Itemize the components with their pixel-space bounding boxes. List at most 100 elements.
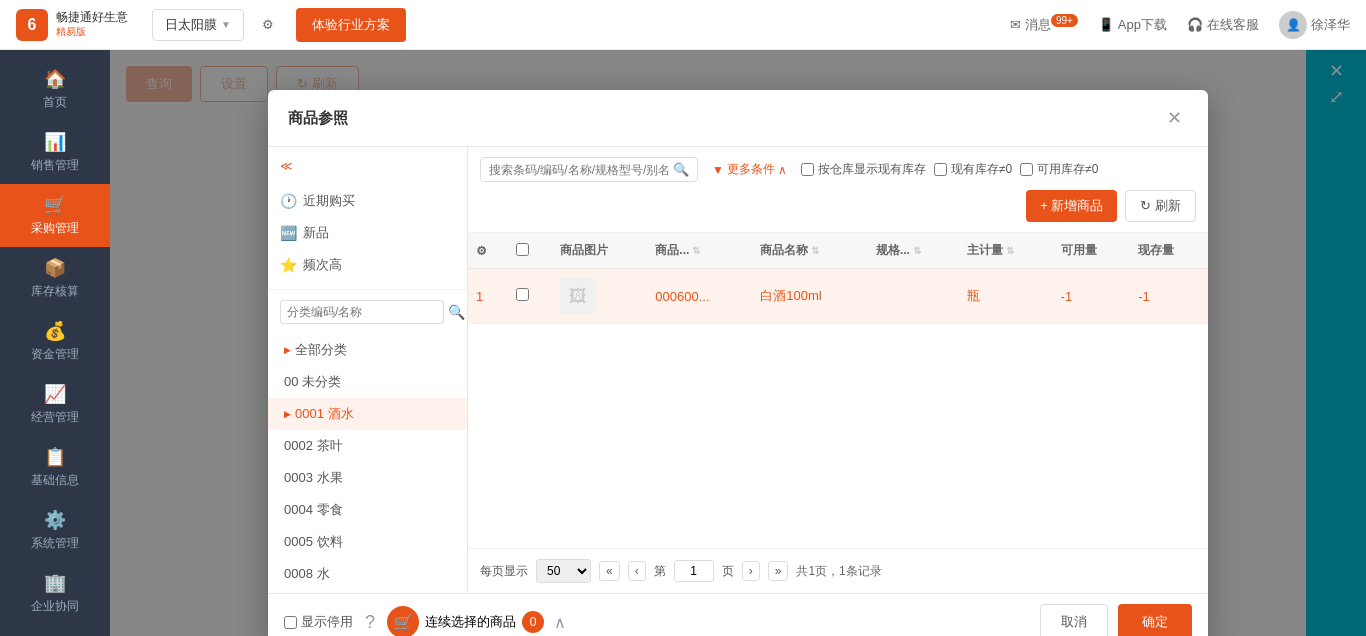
category-search-icon[interactable]: 🔍 bbox=[448, 304, 465, 320]
divider-1 bbox=[268, 289, 467, 290]
filter-button[interactable]: ▼ 更多条件 ∧ bbox=[706, 157, 793, 182]
topbar-right: ✉ 消息 99+ 📱 App下载 🎧 在线客服 👤 徐泽华 bbox=[1010, 11, 1350, 39]
show-disabled-text: 显示停用 bbox=[301, 613, 353, 631]
messages-badge: 99+ bbox=[1051, 14, 1078, 27]
online-service-btn[interactable]: 🎧 在线客服 bbox=[1187, 16, 1259, 34]
category-0001-label: 0001 酒水 bbox=[295, 405, 354, 423]
available-nonzero-checkbox-label[interactable]: 可用库存≠0 bbox=[1020, 161, 1098, 178]
purchase-icon: 🛒 bbox=[44, 194, 66, 216]
cancel-button[interactable]: 取消 bbox=[1040, 604, 1108, 636]
category-0003[interactable]: 0003 水果 bbox=[268, 462, 467, 494]
category-00[interactable]: 00 未分类 bbox=[268, 366, 467, 398]
warehouse-checkbox-label[interactable]: 按仓库显示现有库存 bbox=[801, 161, 926, 178]
available-nonzero-text: 可用库存≠0 bbox=[1037, 161, 1098, 178]
product-search-icon[interactable]: 🔍 bbox=[673, 162, 689, 177]
th-image: 商品图片 bbox=[552, 233, 648, 269]
system-icon: ⚙️ bbox=[44, 509, 66, 531]
first-page-button[interactable]: « bbox=[599, 561, 620, 581]
product-search-input[interactable] bbox=[489, 163, 669, 177]
active-triangle-icon: ▶ bbox=[284, 409, 291, 419]
cart-icon: 🛒 bbox=[387, 606, 419, 636]
experience-button[interactable]: 体验行业方案 bbox=[296, 8, 406, 42]
th-settings[interactable]: ⚙ bbox=[468, 233, 508, 269]
category-0001[interactable]: ▶ 0001 酒水 bbox=[268, 398, 467, 430]
sidebar-item-purchase[interactable]: 🛒 采购管理 bbox=[0, 184, 110, 247]
th-code[interactable]: 商品... bbox=[647, 233, 752, 269]
mobile-icon: 📱 bbox=[1098, 17, 1114, 32]
sidebar-label-finance: 资金管理 bbox=[31, 346, 79, 363]
cart-collapse-icon[interactable]: ∧ bbox=[554, 613, 566, 632]
show-disabled-label[interactable]: 显示停用 bbox=[284, 613, 353, 631]
th-checkbox[interactable] bbox=[508, 233, 551, 269]
next-page-button[interactable]: › bbox=[742, 561, 760, 581]
nav-selector[interactable]: 日太阳膜 ▼ bbox=[152, 9, 244, 41]
page-number-input[interactable] bbox=[674, 560, 714, 582]
available-nonzero-checkbox[interactable] bbox=[1020, 163, 1033, 176]
user-area[interactable]: 👤 徐泽华 bbox=[1279, 11, 1350, 39]
modal-footer: 显示停用 ? 🛒 连续选择的商品 0 ∧ 取消 确定 bbox=[268, 593, 1208, 636]
modal-close-button[interactable]: ✕ bbox=[1160, 104, 1188, 132]
sidebar-item-inventory[interactable]: 📦 库存核算 bbox=[0, 247, 110, 310]
category-all[interactable]: ▶ 全部分类 bbox=[268, 334, 467, 366]
page-label: 第 bbox=[654, 563, 666, 580]
th-spec[interactable]: 规格... bbox=[868, 233, 959, 269]
category-search-input[interactable] bbox=[280, 300, 444, 324]
sidebar-item-basic[interactable]: 📋 基础信息 bbox=[0, 436, 110, 499]
app-download-btn[interactable]: 📱 App下载 bbox=[1098, 16, 1167, 34]
page-size-label: 每页显示 bbox=[480, 563, 528, 580]
category-0008[interactable]: 0008 水 bbox=[268, 558, 467, 585]
select-all-checkbox[interactable] bbox=[516, 243, 529, 256]
settings-icon[interactable]: ⚙ bbox=[252, 9, 284, 41]
prev-page-button[interactable]: ‹ bbox=[628, 561, 646, 581]
confirm-button[interactable]: 确定 bbox=[1118, 604, 1192, 636]
quick-link-frequent-label: 频次高 bbox=[303, 256, 342, 274]
cart-area[interactable]: 🛒 连续选择的商品 0 ∧ bbox=[387, 606, 566, 636]
nav-selector-label: 日太阳膜 bbox=[165, 16, 217, 34]
left-panel-header: ≪ bbox=[268, 155, 467, 181]
row-checkbox[interactable] bbox=[516, 288, 529, 301]
sidebar-item-home[interactable]: 🏠 首页 bbox=[0, 58, 110, 121]
pagination-row: 每页显示 50 20 100 « ‹ 第 页 › bbox=[468, 548, 1208, 593]
add-product-button[interactable]: + 新增商品 bbox=[1026, 190, 1117, 222]
show-disabled-checkbox[interactable] bbox=[284, 616, 297, 629]
modal-title: 商品参照 bbox=[288, 109, 348, 128]
sidebar-item-enterprise[interactable]: 🏢 企业协同 bbox=[0, 562, 110, 625]
headset-icon: 🎧 bbox=[1187, 17, 1203, 32]
category-0002[interactable]: 0002 茶叶 bbox=[268, 430, 467, 462]
stock-nonzero-checkbox[interactable] bbox=[934, 163, 947, 176]
quick-link-frequent[interactable]: ⭐ 频次高 bbox=[268, 249, 467, 281]
clock-icon: 🕐 bbox=[280, 193, 297, 209]
stock-nonzero-checkbox-label[interactable]: 现有库存≠0 bbox=[934, 161, 1012, 178]
warehouse-checkbox[interactable] bbox=[801, 163, 814, 176]
th-name[interactable]: 商品名称 bbox=[752, 233, 868, 269]
help-icon[interactable]: ? bbox=[365, 612, 375, 633]
sidebar-item-system[interactable]: ⚙️ 系统管理 bbox=[0, 499, 110, 562]
page-size-select[interactable]: 50 20 100 bbox=[536, 559, 591, 583]
td-stock: -1 bbox=[1130, 269, 1208, 324]
sidebar-item-sales[interactable]: 📊 销售管理 bbox=[0, 121, 110, 184]
sidebar-item-guide[interactable]: 🎯 新手引导 bbox=[0, 625, 110, 636]
sidebar-item-finance[interactable]: 💰 资金管理 bbox=[0, 310, 110, 373]
table-row[interactable]: 1 🖼 000600... 白酒100ml 瓶 bbox=[468, 269, 1208, 324]
category-0004[interactable]: 0004 零食 bbox=[268, 494, 467, 526]
refresh-product-button[interactable]: ↻ 刷新 bbox=[1125, 190, 1196, 222]
footer-right: 取消 确定 bbox=[1040, 604, 1192, 636]
quick-link-new[interactable]: 🆕 新品 bbox=[268, 217, 467, 249]
toolbar-row: 🔍 ▼ 更多条件 ∧ 按仓库显示现有库存 bbox=[468, 147, 1208, 233]
td-checkbox[interactable] bbox=[508, 269, 551, 324]
product-search-box: 🔍 bbox=[480, 157, 698, 182]
category-0005[interactable]: 0005 饮料 bbox=[268, 526, 467, 558]
quick-link-recent[interactable]: 🕐 近期购买 bbox=[268, 185, 467, 217]
avatar: 👤 bbox=[1279, 11, 1307, 39]
th-unit[interactable]: 主计量 bbox=[959, 233, 1053, 269]
last-page-button[interactable]: » bbox=[768, 561, 789, 581]
quick-link-recent-label: 近期购买 bbox=[303, 192, 355, 210]
messages-btn[interactable]: ✉ 消息 99+ bbox=[1010, 16, 1078, 34]
sidebar-label-sales: 销售管理 bbox=[31, 157, 79, 174]
category-0005-label: 0005 饮料 bbox=[284, 533, 343, 551]
star-icon: ⭐ bbox=[280, 257, 297, 273]
expand-triangle-icon: ▶ bbox=[284, 345, 291, 355]
app-name: 畅捷通好生意 bbox=[56, 10, 128, 26]
td-name: 白酒100ml bbox=[752, 269, 868, 324]
sidebar-item-operations[interactable]: 📈 经营管理 bbox=[0, 373, 110, 436]
